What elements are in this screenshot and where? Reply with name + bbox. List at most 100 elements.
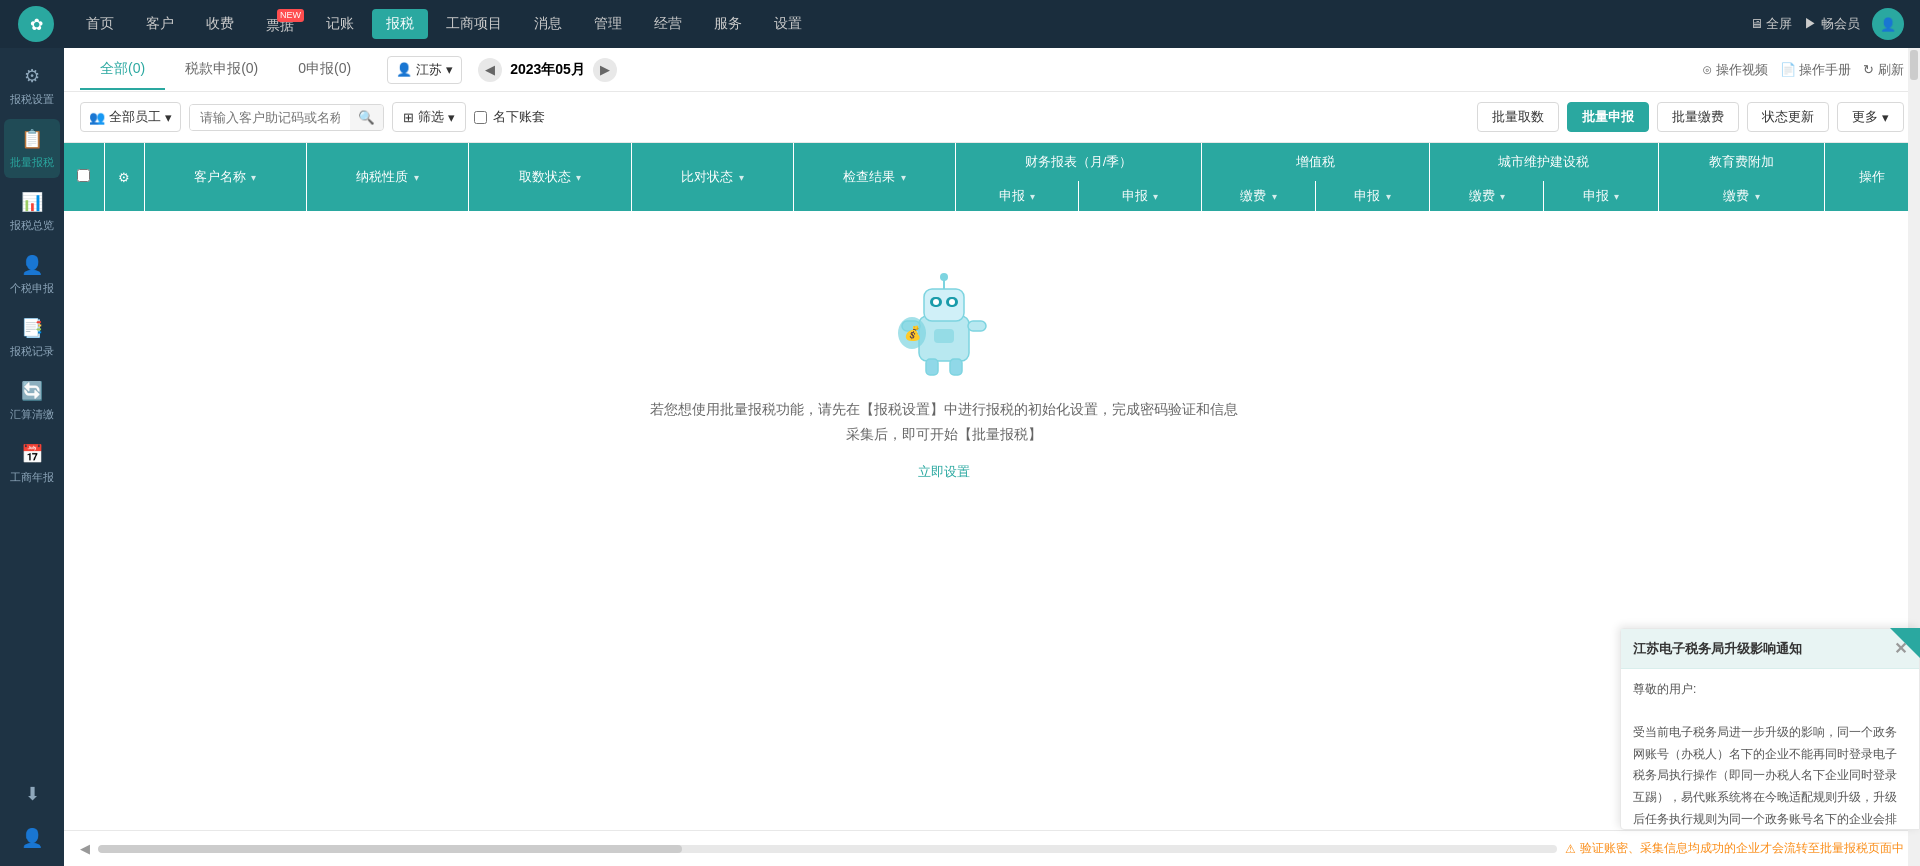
tax-summary-icon: 📊: [20, 190, 44, 214]
batch-fetch-button[interactable]: 批量取数: [1477, 102, 1559, 132]
filter-icon-check[interactable]: ▾: [901, 172, 906, 183]
th-check-result: 检查结果 ▾: [793, 143, 955, 211]
empty-message: 若您想使用批量报税功能，请先在【报税设置】中进行报税的初始化设置，完成密码验证和…: [644, 397, 1244, 447]
next-month-button[interactable]: ▶: [593, 58, 617, 82]
tab-all[interactable]: 全部(0): [80, 50, 165, 90]
sidebar-label-annual-report: 工商年报: [10, 470, 54, 485]
sidebar-item-tax-records[interactable]: 📑 报税记录: [4, 308, 60, 367]
app-logo[interactable]: ✿: [16, 4, 56, 44]
svg-rect-1: [924, 289, 964, 321]
filter-icon-city-pay[interactable]: ▾: [1500, 191, 1505, 202]
sidebar-item-tax-summary[interactable]: 📊 报税总览: [4, 182, 60, 241]
filter-icon-compare[interactable]: ▾: [739, 172, 744, 183]
nav-settings[interactable]: 设置: [760, 9, 816, 39]
svg-rect-10: [926, 359, 938, 375]
filter-icon-fetch[interactable]: ▾: [576, 172, 581, 183]
nav-message[interactable]: 消息: [520, 9, 576, 39]
top-navigation: ✿ 首页 客户 收费 票据NEW 记账 报税 工商项目 消息 管理 经营 服务 …: [0, 0, 1920, 48]
sidebar-item-download[interactable]: ⬇: [4, 774, 60, 814]
tab-tax-declaration[interactable]: 税款申报(0): [165, 50, 278, 90]
current-date: 2023年05月: [510, 61, 585, 79]
more-arrow-icon: ▾: [1882, 110, 1889, 125]
th-city-pay: 缴费 ▾: [1430, 181, 1544, 211]
filter-icon-fr-declare[interactable]: ▾: [1030, 191, 1035, 202]
horizontal-scrollbar[interactable]: [98, 845, 1557, 853]
sidebar-bottom: ⬇ 👤: [4, 774, 60, 858]
account-checkbox[interactable]: [474, 111, 487, 124]
employee-selector[interactable]: 👥 全部员工 ▾: [80, 102, 181, 132]
sidebar-item-user[interactable]: 👤: [4, 818, 60, 858]
sidebar-item-reconcile[interactable]: 🔄 汇算清缴: [4, 371, 60, 430]
nav-billing[interactable]: 收费: [192, 9, 248, 39]
toolbar-right: 批量取数 批量申报 批量缴费 状态更新 更多 ▾: [1477, 102, 1904, 132]
bottom-bar: ◀ ⚠ 验证账密、采集信息均成功的企业才会流转至批量报税页面中: [64, 830, 1920, 866]
nav-tax[interactable]: 报税: [372, 9, 428, 39]
nav-management[interactable]: 管理: [580, 9, 636, 39]
svg-rect-12: [934, 329, 954, 343]
search-button[interactable]: 🔍: [350, 105, 383, 130]
th-education-surcharge: 教育费附加: [1658, 143, 1825, 181]
date-navigation: ◀ 2023年05月 ▶: [478, 58, 617, 82]
batch-pay-button[interactable]: 批量缴费: [1657, 102, 1739, 132]
left-scroll-arrow[interactable]: ◀: [80, 841, 90, 856]
province-icon: 👤: [396, 62, 412, 77]
th-actions: 操作: [1825, 143, 1920, 211]
sidebar: ⚙ 报税设置 📋 批量报税 📊 报税总览 👤 个税申报 📑 报税记录 🔄 汇算清…: [0, 48, 64, 866]
filter-icon-type[interactable]: ▾: [414, 172, 419, 183]
batch-declare-button[interactable]: 批量申报: [1567, 102, 1649, 132]
tab-zero-declaration[interactable]: 0申报(0): [278, 50, 371, 90]
refresh-button[interactable]: ↻ 刷新: [1863, 61, 1904, 79]
setup-link[interactable]: 立即设置: [918, 463, 970, 481]
sidebar-item-batch-tax[interactable]: 📋 批量报税: [4, 119, 60, 178]
employee-label: 全部员工: [109, 108, 161, 126]
nav-menu: 首页 客户 收费 票据NEW 记账 报税 工商项目 消息 管理 经营 服务 设置: [72, 7, 1750, 41]
filter-arrow: ▾: [448, 110, 455, 125]
filter-icon-client[interactable]: ▾: [251, 172, 256, 183]
nav-invoice[interactable]: 票据NEW: [252, 7, 308, 41]
svg-text:💰: 💰: [904, 325, 922, 342]
more-button[interactable]: 更多 ▾: [1837, 102, 1904, 132]
empty-state: 💰 若您想使用批量报税功能，请先在【报税设置】中进行报税的初始化设置，完成密码验…: [64, 211, 1825, 541]
sidebar-label-tax-records: 报税记录: [10, 344, 54, 359]
select-all-checkbox[interactable]: [77, 169, 90, 182]
prev-month-button[interactable]: ◀: [478, 58, 502, 82]
status-update-button[interactable]: 状态更新: [1747, 102, 1829, 132]
nav-customer[interactable]: 客户: [132, 9, 188, 39]
filter-icon-edu-declare[interactable]: ▾: [1614, 191, 1619, 202]
sidebar-item-personal-tax[interactable]: 👤 个税申报: [4, 245, 60, 304]
fullscreen-button[interactable]: 🖥 全屏: [1750, 15, 1793, 33]
user-avatar[interactable]: 👤: [1872, 8, 1904, 40]
annual-report-icon: 📅: [20, 442, 44, 466]
province-selector[interactable]: 👤 江苏 ▾: [387, 56, 462, 84]
scroll-thumb: [98, 845, 682, 853]
filter-icon-vat-pay[interactable]: ▾: [1272, 191, 1277, 202]
filter-button[interactable]: ⊞ 筛选 ▾: [392, 102, 466, 132]
top-nav-right: 🖥 全屏 ▶ 畅会员 👤: [1750, 8, 1904, 40]
gear-icon[interactable]: ⚙: [118, 170, 130, 185]
tax-settings-icon: ⚙: [20, 64, 44, 88]
nav-biz[interactable]: 工商项目: [432, 9, 516, 39]
member-button[interactable]: ▶ 畅会员: [1804, 15, 1860, 33]
filter-icon-vat-declare[interactable]: ▾: [1153, 191, 1158, 202]
nav-home[interactable]: 首页: [72, 9, 128, 39]
personal-tax-icon: 👤: [20, 253, 44, 277]
filter-icon-edu-pay[interactable]: ▾: [1755, 191, 1760, 202]
nav-operations[interactable]: 经营: [640, 9, 696, 39]
account-checkbox-label[interactable]: 名下账套: [474, 108, 545, 126]
sidebar-item-annual-report[interactable]: 📅 工商年报: [4, 434, 60, 493]
nav-service[interactable]: 服务: [700, 9, 756, 39]
chevron-down-icon: ▾: [446, 62, 453, 77]
notification-header: 江苏电子税务局升级影响通知 ✕: [1621, 629, 1919, 669]
video-button[interactable]: ⊙ 操作视频: [1702, 61, 1768, 79]
nav-bookkeeping[interactable]: 记账: [312, 9, 368, 39]
account-checkbox-text: 名下账套: [493, 108, 545, 126]
manual-button[interactable]: 📄 操作手册: [1780, 61, 1852, 79]
search-input[interactable]: [190, 105, 350, 130]
sidebar-item-tax-settings[interactable]: ⚙ 报税设置: [4, 56, 60, 115]
filter-icon-city-declare[interactable]: ▾: [1386, 191, 1391, 202]
logo-icon: ✿: [18, 6, 54, 42]
th-financial-report: 财务报表（月/季）: [956, 143, 1202, 181]
th-fetch-status: 取数状态 ▾: [469, 143, 631, 211]
user-icon: 👤: [20, 826, 44, 850]
tab-all-badge: (0): [128, 60, 145, 76]
